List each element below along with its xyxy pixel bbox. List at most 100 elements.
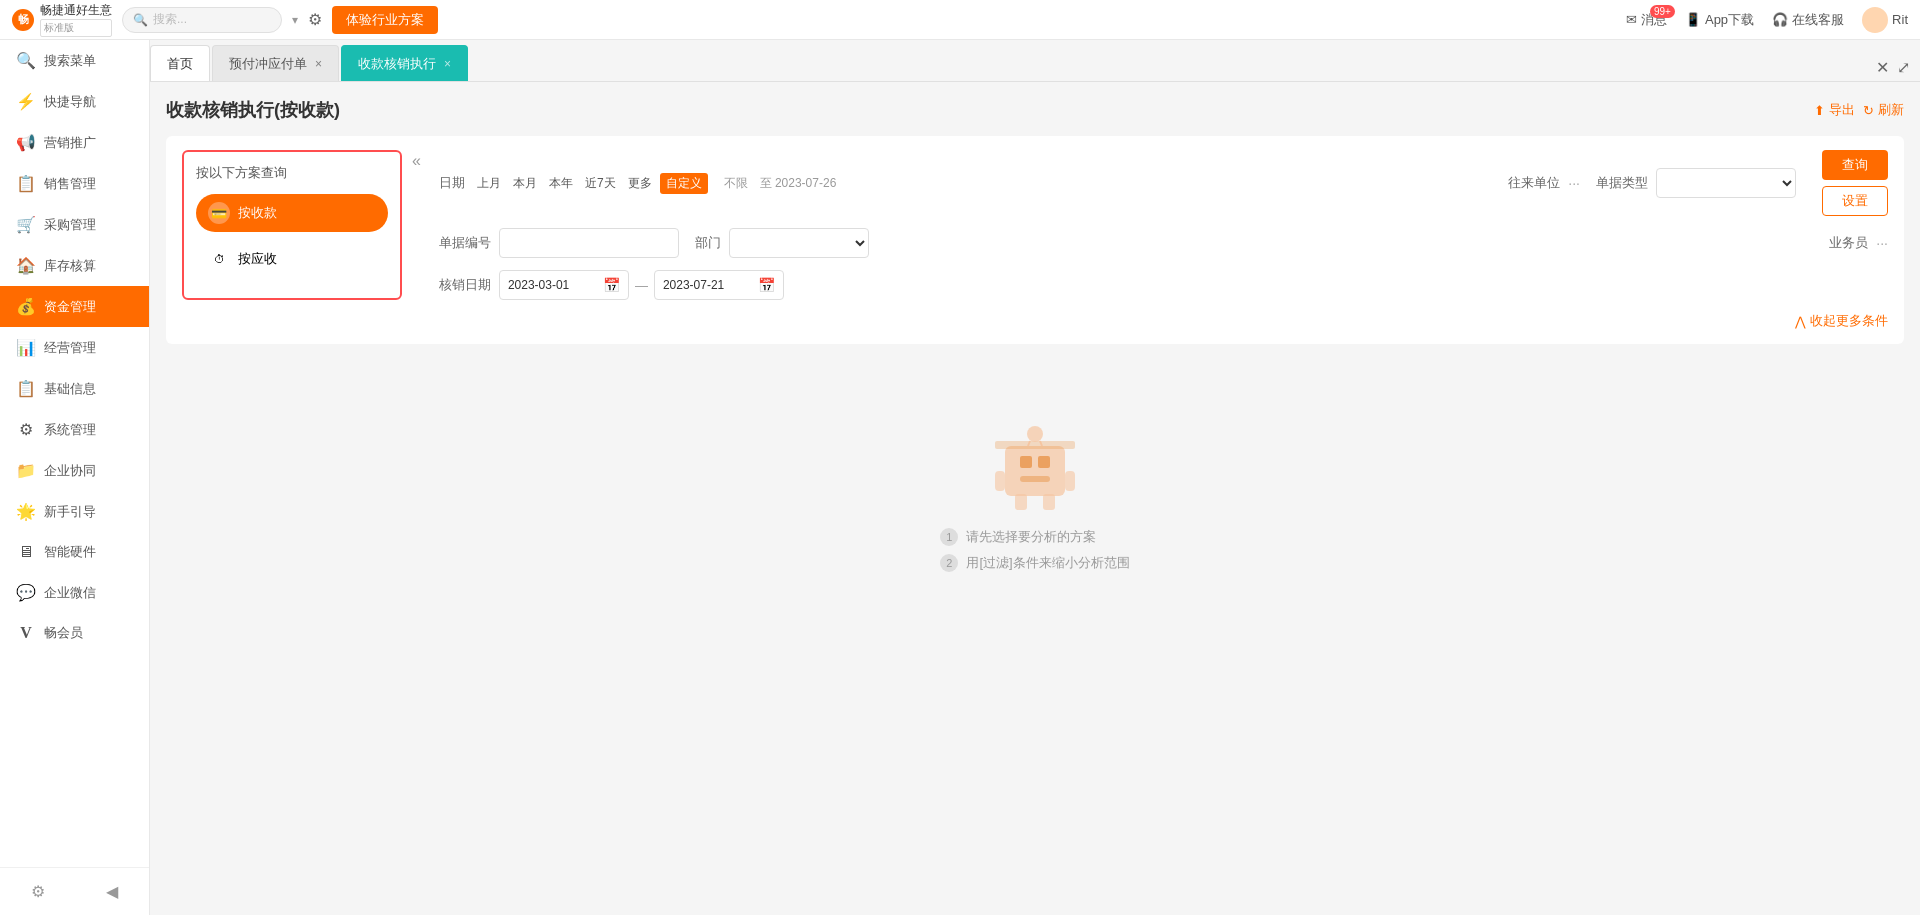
refresh-button[interactable]: ↻ 刷新 [1863,101,1904,119]
svg-rect-0 [1005,446,1065,496]
sidebar-item-hardware[interactable]: 🖥 智能硬件 [0,532,149,572]
settings-icon[interactable]: ⚙ [308,10,322,29]
search-box[interactable]: 🔍 搜索... [122,7,282,33]
doc-type-label: 单据类型 [1596,174,1648,192]
filter-row-2: 单据编号 部门 业务员 ··· [439,228,1888,258]
empty-tip-2: 2 用[过滤]条件来缩小分析范围 [940,554,1129,572]
verify-date-end-input[interactable]: 2023-07-21 📅 [654,270,784,300]
sidebar-item-quick-nav[interactable]: ⚡ 快捷导航 [0,81,149,122]
date-tab-last-month[interactable]: 上月 [473,173,505,194]
filter-option-by-receivable[interactable]: ⏱ 按应收 [196,240,388,278]
hardware-icon: 🖥 [16,543,36,561]
sidebar-settings-icon[interactable]: ⚙ [25,876,51,907]
date-tab-this-year[interactable]: 本年 [545,173,577,194]
sidebar-item-label: 搜索菜单 [44,52,96,70]
dropdown-chevron-icon[interactable]: ▾ [292,13,298,27]
sidebar-item-purchase[interactable]: 🛒 采购管理 [0,204,149,245]
tab-prepay[interactable]: 预付冲应付单 × [212,45,339,81]
tab-verify[interactable]: 收款核销执行 × [341,45,468,81]
date-tab-custom[interactable]: 自定义 [660,173,708,194]
collapse-more-icon: ⋀ [1795,314,1806,329]
collapse-more-button[interactable]: ⋀ 收起更多条件 [439,312,1888,330]
guide-icon: 🌟 [16,502,36,521]
sidebar-item-label: 营销推广 [44,134,96,152]
query-button[interactable]: 查询 [1822,150,1888,180]
tab-prepay-close-icon[interactable]: × [315,57,322,71]
verify-date-field: 核销日期 2023-03-01 📅 — 2023-07-21 📅 [439,270,784,300]
page-content: 收款核销执行(按收款) ⬆ 导出 ↻ 刷新 按以下方 [150,82,1920,915]
tab-maximize-button[interactable]: ⤢ [1897,58,1910,77]
sidebar-item-finance[interactable]: 💰 资金管理 [0,286,149,327]
sidebar-item-marketing[interactable]: 📢 营销推广 [0,122,149,163]
date-unlimited-label: 不限 [724,175,748,192]
date-tab-this-month[interactable]: 本月 [509,173,541,194]
filter-collapse-button[interactable]: « [406,150,427,172]
online-service-button[interactable]: 🎧 在线客服 [1772,11,1844,29]
filter-scheme-panel: 按以下方案查询 💳 按收款 ⏱ 按应收 [182,150,402,300]
sidebar-item-label: 销售管理 [44,175,96,193]
dept-select[interactable] [729,228,869,258]
dept-field: 部门 [695,228,869,258]
sidebar-item-label: 企业协同 [44,462,96,480]
sidebar-item-search-menu[interactable]: 🔍 搜索菜单 [0,40,149,81]
filter-option-by-receipt[interactable]: 💳 按收款 [196,194,388,232]
filter-row-3: 核销日期 2023-03-01 📅 — 2023-07-21 📅 [439,270,1888,300]
solution-button[interactable]: 体验行业方案 [332,6,438,34]
sidebar-item-guide[interactable]: 🌟 新手引导 [0,491,149,532]
empty-tip-1-text: 请先选择要分析的方案 [966,528,1096,546]
sidebar-item-label: 资金管理 [44,298,96,316]
sidebar-item-basic-info[interactable]: 📋 基础信息 [0,368,149,409]
cooperation-icon: 📁 [16,461,36,480]
tab-home[interactable]: 首页 [150,45,210,81]
edition-tag: 标准版 [40,19,112,37]
empty-tip-2-text: 用[过滤]条件来缩小分析范围 [966,554,1129,572]
sidebar-item-label: 库存核算 [44,257,96,275]
sidebar-item-system[interactable]: ⚙ 系统管理 [0,409,149,450]
sidebar-item-business[interactable]: 📊 经营管理 [0,327,149,368]
tip-num-1: 1 [940,528,958,546]
message-button[interactable]: ✉ 消息 99+ [1626,11,1667,29]
logo-icon: 畅 [12,9,34,31]
inventory-icon: 🏠 [16,256,36,275]
sales-icon: 📋 [16,174,36,193]
svg-rect-3 [1020,476,1050,482]
content-area: 首页 预付冲应付单 × 收款核销执行 × ✕ ⤢ 收款核销执行(按收款) [150,40,1920,915]
date-label: 日期 [439,174,465,192]
filter-scheme-title: 按以下方案查询 [196,164,388,182]
verify-date-start-input[interactable]: 2023-03-01 📅 [499,270,629,300]
sidebar-item-sales[interactable]: 📋 销售管理 [0,163,149,204]
sidebar-item-member[interactable]: V 畅会员 [0,613,149,653]
export-button[interactable]: ⬆ 导出 [1814,101,1855,119]
system-icon: ⚙ [16,420,36,439]
sidebar-item-inventory[interactable]: 🏠 库存核算 [0,245,149,286]
verify-date-start-value: 2023-03-01 [508,278,569,292]
counterpart-field: 往来单位 ··· [1508,174,1580,192]
sidebar-item-cooperation[interactable]: 📁 企业协同 [0,450,149,491]
sidebar-collapse-icon[interactable]: ◀ [100,876,124,907]
app-icon: 📱 [1685,12,1701,27]
filter-row-1: 日期 上月 本月 本年 近7天 更多 自定义 不限 [439,150,1888,216]
search-placeholder: 搜索... [153,11,187,28]
filter-option-receivable-label: 按应收 [238,250,277,268]
doc-type-select[interactable] [1656,168,1796,198]
empty-state: 1 请先选择要分析的方案 2 用[过滤]条件来缩小分析范围 [166,344,1904,644]
page-title: 收款核销执行(按收款) [166,98,340,122]
tab-verify-close-icon[interactable]: × [444,57,451,71]
sidebar-item-label: 智能硬件 [44,543,96,561]
salesperson-dots: ··· [1876,235,1888,251]
doc-no-input[interactable] [499,228,679,258]
tab-home-label: 首页 [167,55,193,73]
receivable-icon: ⏱ [208,248,230,270]
settings-button[interactable]: 设置 [1822,186,1888,216]
date-tab-7days[interactable]: 近7天 [581,173,620,194]
tab-close-all-button[interactable]: ✕ [1876,58,1889,77]
sidebar-item-label: 经营管理 [44,339,96,357]
user-avatar[interactable]: Rit [1862,7,1908,33]
date-unlimited-info: 不限 至 2023-07-26 [724,175,837,192]
date-field: 日期 上月 本月 本年 近7天 更多 自定义 [439,173,708,194]
service-label: 在线客服 [1792,11,1844,29]
date-tab-more[interactable]: 更多 [624,173,656,194]
app-download-button[interactable]: 📱 App下载 [1685,11,1754,29]
sidebar-item-wechat[interactable]: 💬 企业微信 [0,572,149,613]
empty-tips: 1 请先选择要分析的方案 2 用[过滤]条件来缩小分析范围 [940,528,1129,572]
